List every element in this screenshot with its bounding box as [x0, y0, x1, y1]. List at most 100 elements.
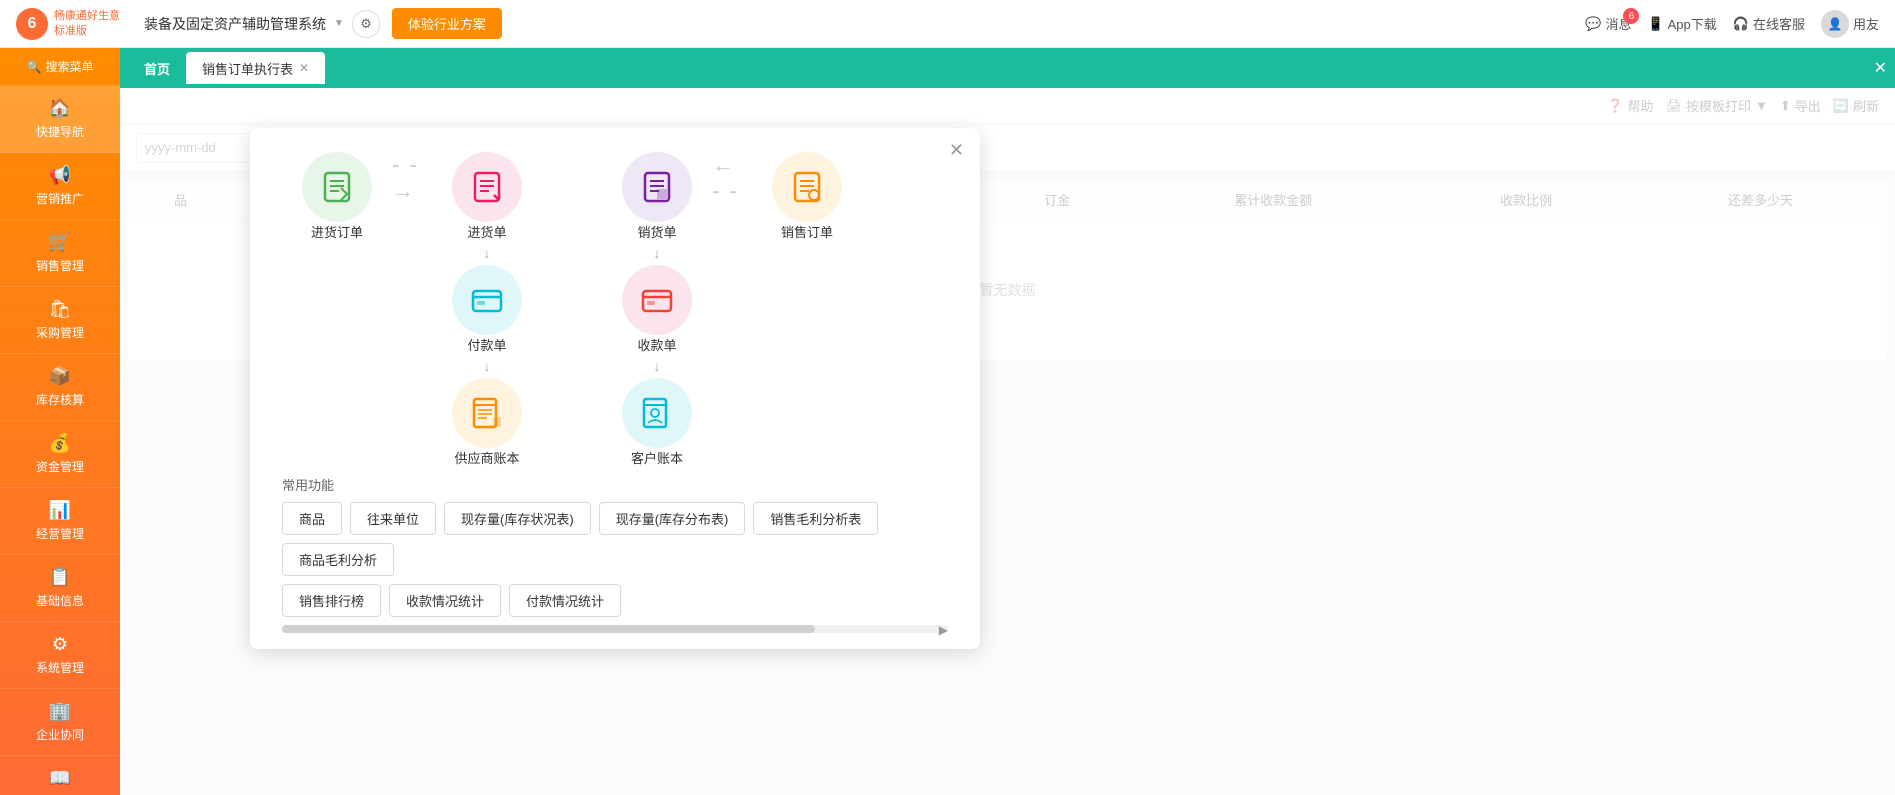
receipt-label: 收款单 [637, 335, 676, 354]
flow-sales-order[interactable]: 销售订单 [752, 152, 862, 241]
modal-close-btn[interactable]: ✕ [949, 140, 964, 161]
func-btn-sales-rank[interactable]: 销售排行榜 [282, 584, 381, 617]
logo-icon: 6 [16, 8, 48, 40]
purchase-icon: 🛍 [49, 299, 72, 320]
flow-supplier-account[interactable]: 供应商账本 [432, 378, 542, 467]
func-btn-product[interactable]: 商品 [282, 502, 342, 535]
sidebar: 🔍 搜索菜单 🏠 快捷导航 📢 营销推广 🛒 销售管理 🛍 采购管理 📦 库存核… [0, 48, 120, 795]
arrow-down-payment: ↓ [432, 354, 542, 378]
sidebar-item-inventory[interactable]: 📦 库存核算 [0, 354, 120, 421]
search-icon: 🔍 [27, 60, 42, 74]
flow-purchase-order[interactable]: 进货订单 [282, 152, 392, 241]
guide-icon: 📖 [49, 768, 71, 789]
app-download-btn[interactable]: 📱 App下载 [1647, 14, 1716, 33]
tab-close-icon[interactable]: ✕ [299, 61, 309, 75]
sales-order-circle [772, 152, 842, 222]
payment-label: 付款单 [467, 335, 506, 354]
sidebar-item-marketing[interactable]: 📢 营销推广 [0, 153, 120, 220]
service-icon: 🎧 [1733, 16, 1749, 32]
supplier-account-circle [452, 378, 522, 448]
logo-text: 畅康通好生意 标准版 [54, 9, 120, 38]
spacer-mid [542, 152, 602, 162]
avatar: 👤 [1821, 10, 1849, 38]
online-service-btn[interactable]: 🎧 在线客服 [1733, 14, 1805, 33]
func-btn-partners[interactable]: 往来单位 [350, 502, 436, 535]
tab-sales-order-exec[interactable]: 销售订单执行表 ✕ [186, 52, 325, 84]
try-btn[interactable]: 体验行业方案 [392, 8, 502, 39]
func-btn-stock-status[interactable]: 现存量(库存状况表) [444, 502, 591, 535]
operation-icon: 📊 [49, 500, 71, 521]
func-btn-product-gross[interactable]: 商品毛利分析 [282, 543, 394, 576]
main-layout: 🔍 搜索菜单 🏠 快捷导航 📢 营销推广 🛒 销售管理 🛍 采购管理 📦 库存核… [0, 48, 1895, 795]
tab-home[interactable]: 首页 [128, 52, 186, 84]
arrow-purchase-to-bill: - - → [392, 152, 432, 226]
sidebar-item-basic-info[interactable]: 📋 基础信息 [0, 555, 120, 622]
arrow-down-receipt: ↓ [602, 354, 712, 378]
message-btn[interactable]: 💬 消息 6 [1585, 14, 1631, 33]
page-content: ❓ 帮助 🖨 按模板打印 ▼ ⬆ 导出 🔄 刷新 [120, 88, 1895, 795]
receipt-circle [622, 265, 692, 335]
func-btn-stock-dist[interactable]: 现存量(库存分布表) [599, 502, 746, 535]
sidebar-item-purchase[interactable]: 🛍 采购管理 [0, 287, 120, 354]
common-funcs: 常用功能 商品 往来单位 现存量(库存状况表) 现存量(库存分布表) 销售毛利分… [282, 475, 948, 617]
sidebar-item-system[interactable]: ⚙ 系统管理 [0, 622, 120, 689]
scroll-right-btn[interactable]: ▶ [939, 623, 948, 637]
flow-payment[interactable]: 付款单 [432, 265, 542, 354]
purchase-bill-circle [452, 152, 522, 222]
sales-bill-label: 销货单 [637, 222, 676, 241]
flow-purchase-bill[interactable]: 进货单 [432, 152, 542, 241]
sidebar-item-quick-nav[interactable]: 🏠 快捷导航 [0, 86, 120, 153]
func-row-2: 销售排行榜 收款情况统计 付款情况统计 [282, 584, 948, 617]
basic-info-icon: 📋 [49, 567, 71, 588]
top-right: 💬 消息 6 📱 App下载 🎧 在线客服 👤 用友 [1585, 10, 1879, 38]
dropdown-icon[interactable]: ▼ [334, 18, 344, 29]
sidebar-item-enterprise[interactable]: 🏢 企业协同 [0, 689, 120, 756]
purchase-order-circle [302, 152, 372, 222]
top-bar: 6 畅康通好生意 标准版 装备及固定资产辅助管理系统 ▼ ⚙ 体验行业方案 💬 … [0, 0, 1895, 48]
content-area: 首页 销售订单执行表 ✕ ✕ ❓ 帮助 🖨 按模板打印 [120, 48, 1895, 795]
payment-circle [452, 265, 522, 335]
sidebar-item-operation[interactable]: 📊 经营管理 [0, 488, 120, 555]
sidebar-item-sales[interactable]: 🛒 销售管理 [0, 220, 120, 287]
enterprise-icon: 🏢 [49, 701, 71, 722]
system-icon: ⚙ [52, 634, 68, 655]
arrow-sales-order-to-bill: ← - - [712, 152, 752, 226]
purchase-bill-label: 进货单 [467, 222, 506, 241]
customer-account-circle [622, 378, 692, 448]
purchase-order-label: 进货订单 [311, 222, 363, 241]
sidebar-search[interactable]: 🔍 搜索菜单 [0, 48, 120, 86]
common-funcs-title: 常用功能 [282, 475, 948, 494]
func-row-1: 商品 往来单位 现存量(库存状况表) 现存量(库存分布表) 销售毛利分析表 商品… [282, 502, 948, 576]
tab-bar: 首页 销售订单执行表 ✕ ✕ [120, 48, 1895, 88]
message-badge: 6 [1623, 8, 1639, 24]
gear-button[interactable]: ⚙ [352, 10, 380, 38]
func-btn-sales-gross[interactable]: 销售毛利分析表 [753, 502, 878, 535]
inventory-icon: 📦 [49, 366, 71, 387]
sidebar-item-guide[interactable]: 📖 新手引导 [0, 756, 120, 795]
arrow-down-sales: ↓ [602, 241, 712, 265]
quick-nav-modal: ✕ 进货订单 - - → [250, 128, 980, 649]
flow-sales-bill[interactable]: 销货单 [602, 152, 712, 241]
sales-order-label: 销售订单 [781, 222, 833, 241]
sales-bill-circle [622, 152, 692, 222]
logo-area: 6 畅康通好生意 标准版 [16, 8, 136, 40]
sidebar-item-finance[interactable]: 💰 资金管理 [0, 421, 120, 488]
quick-nav-icon: 🏠 [49, 98, 71, 119]
modal-scrollbar[interactable]: ▶ [282, 625, 948, 633]
flow-chart: 进货订单 - - → 进货单 [282, 152, 948, 467]
flow-customer-account[interactable]: 客户账本 [602, 378, 712, 467]
func-btn-payment-stats[interactable]: 付款情况统计 [509, 584, 621, 617]
tab-close-all-btn[interactable]: ✕ [1874, 58, 1887, 78]
user-btn[interactable]: 👤 用友 [1821, 10, 1879, 38]
scrollbar-thumb [282, 625, 815, 633]
flow-receipt[interactable]: 收款单 [602, 265, 712, 354]
finance-icon: 💰 [49, 433, 71, 454]
func-btn-receipt-stats[interactable]: 收款情况统计 [389, 584, 501, 617]
arrow-down-purchase: ↓ [432, 241, 542, 265]
customer-account-label: 客户账本 [631, 448, 683, 467]
supplier-account-label: 供应商账本 [454, 448, 519, 467]
marketing-icon: 📢 [49, 165, 71, 186]
download-icon: 📱 [1647, 16, 1663, 32]
sales-icon: 🛒 [49, 232, 71, 253]
system-title: 装备及固定资产辅助管理系统 ▼ [144, 14, 344, 34]
